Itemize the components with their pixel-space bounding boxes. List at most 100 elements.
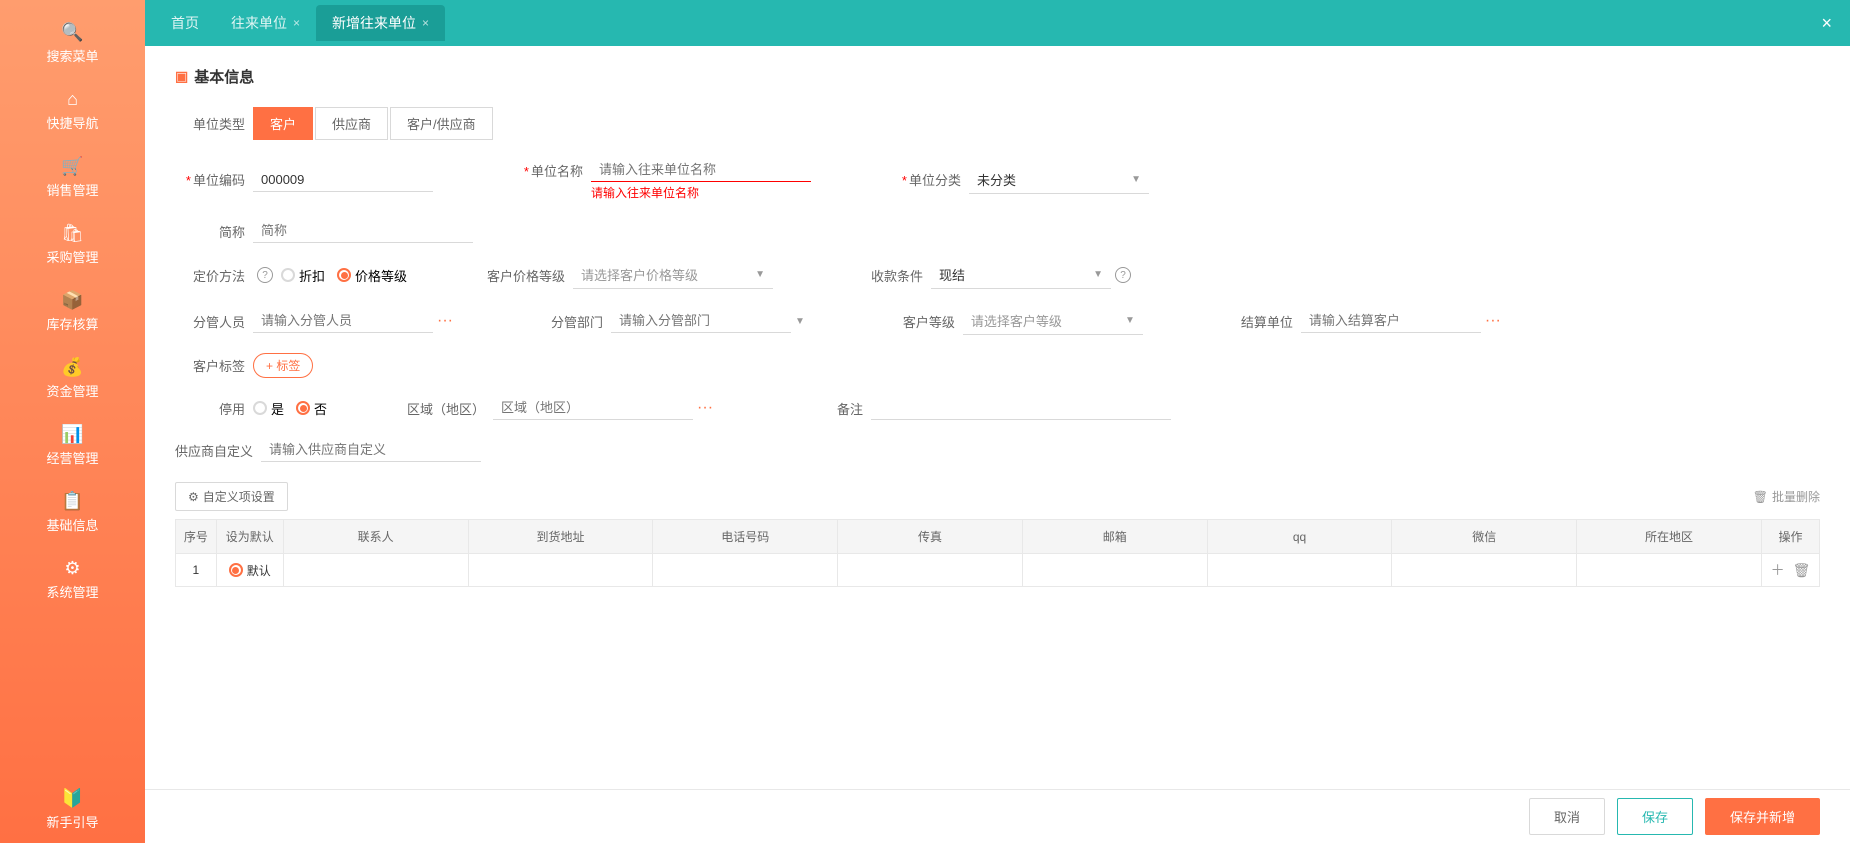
batch-delete-button[interactable]: 🗑 批量删除 — [1753, 488, 1820, 505]
cell-region[interactable] — [1577, 554, 1762, 587]
type-btn-customer[interactable]: 客户 — [253, 107, 313, 140]
sidebar-item-purchase[interactable]: 🛍 采购管理 — [0, 211, 145, 278]
delete-row-btn[interactable]: 🗑 — [1793, 562, 1811, 579]
tab-new-partner-close[interactable]: × — [422, 16, 429, 30]
gear-small-icon: ⚙ — [188, 490, 199, 504]
contact-input[interactable] — [290, 563, 462, 577]
pricing-radio-level-label: 价格等级 — [355, 266, 407, 285]
tab-home[interactable]: 首页 — [155, 5, 215, 41]
address-input[interactable] — [475, 563, 647, 577]
phone-input[interactable] — [659, 563, 831, 577]
disabled-radio-yes[interactable]: 是 — [253, 399, 284, 418]
customer-tag-row: 客户标签 + 标签 — [175, 353, 1820, 378]
disabled-radio-no[interactable]: 否 — [296, 399, 327, 418]
region-input[interactable] — [493, 396, 693, 420]
department-input[interactable] — [611, 309, 791, 333]
sidebar-item-finance[interactable]: 💰 资金管理 — [0, 345, 145, 412]
cell-contact[interactable] — [283, 554, 468, 587]
notes-group: 备注 — [793, 396, 1171, 420]
cell-address[interactable] — [468, 554, 653, 587]
tab-partner-close[interactable]: × — [293, 16, 300, 30]
pricing-radio-discount[interactable]: 折扣 — [281, 266, 325, 285]
type-btn-supplier[interactable]: 供应商 — [315, 107, 388, 140]
tab-partner[interactable]: 往来单位 × — [215, 5, 316, 41]
manager-input[interactable] — [253, 309, 433, 333]
col-email: 邮箱 — [1022, 520, 1207, 554]
sidebar-item-search-label: 搜索菜单 — [46, 46, 98, 65]
contact-table: 序号 设为默认 联系人 到货地址 电话号码 传真 邮箱 qq 微信 所在地区 操… — [175, 519, 1820, 587]
sidebar-item-guide-label: 新手引导 — [46, 812, 98, 831]
sidebar-item-quick-nav[interactable]: ⌂ 快捷导航 — [0, 77, 145, 144]
supplier-custom-input[interactable] — [261, 438, 481, 462]
tab-bar-close-all[interactable]: × — [1813, 13, 1840, 34]
unit-category-group: 单位分类 未分类 ▼ — [891, 166, 1149, 194]
add-row-btn[interactable]: ＋ — [1771, 560, 1785, 580]
contact-table-section: ⚙ 自定义项设置 🗑 批量删除 序号 设为默认 联系人 到货地址 电话号码 — [175, 482, 1820, 587]
pricing-radio-discount-circle — [281, 268, 295, 282]
unit-name-input[interactable] — [591, 158, 811, 182]
payment-terms-select[interactable]: 现结 ▼ — [931, 261, 1111, 289]
cell-phone[interactable] — [653, 554, 838, 587]
settlement-unit-more-btn[interactable]: ··· — [1485, 312, 1501, 330]
cell-email[interactable] — [1022, 554, 1207, 587]
customer-level-chevron: ▼ — [1125, 315, 1135, 326]
sidebar-item-basic-info[interactable]: 📋 基础信息 — [0, 479, 145, 546]
sidebar-item-search[interactable]: 🔍 搜索菜单 — [0, 10, 145, 77]
price-level-group: 客户价格等级 请选择客户价格等级 ▼ — [487, 261, 773, 289]
settlement-unit-input[interactable] — [1301, 309, 1481, 333]
sidebar-item-operations-label: 经营管理 — [46, 448, 98, 467]
sidebar-item-system-label: 系统管理 — [46, 582, 98, 601]
form-footer: 取消 保存 保存并新增 — [145, 789, 1850, 843]
manager-row: 分管人员 ··· 分管部门 ▼ 客户等级 请选择客户等级 ▼ 结算单位 — [175, 307, 1820, 335]
tab-new-partner-label: 新增往来单位 — [332, 13, 416, 33]
save-and-new-button[interactable]: 保存并新增 — [1705, 798, 1820, 835]
row-region-input[interactable] — [1583, 563, 1755, 577]
sidebar-item-inventory[interactable]: 📦 库存核算 — [0, 278, 145, 345]
qq-input[interactable] — [1214, 563, 1386, 577]
sidebar-item-guide[interactable]: 🔰 新手引导 — [0, 776, 145, 843]
short-name-input[interactable] — [253, 219, 473, 243]
settlement-unit-group: 结算单位 ··· — [1223, 309, 1501, 333]
cell-wechat[interactable] — [1392, 554, 1577, 587]
supplier-custom-row: 供应商自定义 — [175, 438, 1820, 462]
pricing-radio-level[interactable]: 价格等级 — [337, 266, 407, 285]
unit-category-select[interactable]: 未分类 ▼ — [969, 166, 1149, 194]
sidebar-item-inventory-label: 库存核算 — [46, 314, 98, 333]
customer-level-select[interactable]: 请选择客户等级 ▼ — [963, 307, 1143, 335]
region-label: 区域（地区） — [407, 399, 485, 418]
custom-settings-button[interactable]: ⚙ 自定义项设置 — [175, 482, 288, 511]
sidebar: 🔍 搜索菜单 ⌂ 快捷导航 🛒 销售管理 🛍 采购管理 📦 库存核算 💰 资金管… — [0, 0, 145, 843]
unit-category-chevron: ▼ — [1131, 174, 1141, 185]
cell-qq[interactable] — [1207, 554, 1392, 587]
wechat-input[interactable] — [1398, 563, 1570, 577]
email-input[interactable] — [1029, 563, 1201, 577]
short-name-label: 简称 — [175, 222, 245, 241]
type-btn-both[interactable]: 客户/供应商 — [390, 107, 493, 140]
manager-more-btn[interactable]: ··· — [437, 312, 453, 330]
notes-input[interactable] — [871, 396, 1171, 420]
cancel-button[interactable]: 取消 — [1529, 798, 1605, 835]
disabled-group: 停用 是 否 — [175, 399, 327, 418]
cell-default-checkbox: 默认 — [216, 554, 283, 587]
tab-bar: 首页 往来单位 × 新增往来单位 × × — [145, 0, 1850, 46]
pricing-help-icon[interactable]: ? — [257, 267, 273, 283]
pricing-row: 定价方法 ? 折扣 价格等级 客户价格等级 请选择客户价格等级 — [175, 261, 1820, 289]
region-more-btn[interactable]: ··· — [697, 399, 713, 417]
default-radio-item[interactable]: 默认 — [229, 562, 271, 579]
unit-code-input[interactable] — [253, 168, 433, 192]
save-button[interactable]: 保存 — [1617, 798, 1693, 835]
sidebar-item-sales[interactable]: 🛒 销售管理 — [0, 144, 145, 211]
home-icon: ⌂ — [67, 89, 78, 110]
payment-terms-help-icon[interactable]: ? — [1115, 267, 1131, 283]
add-tag-button[interactable]: + 标签 — [253, 353, 313, 378]
customer-tag-label: 客户标签 — [175, 356, 245, 375]
pricing-method-group: 定价方法 ? 折扣 价格等级 — [175, 266, 407, 285]
tab-new-partner[interactable]: 新增往来单位 × — [316, 5, 445, 41]
price-level-select[interactable]: 请选择客户价格等级 ▼ — [573, 261, 773, 289]
sidebar-item-system[interactable]: ⚙ 系统管理 — [0, 546, 145, 613]
fax-input[interactable] — [844, 563, 1016, 577]
search-icon: 🔍 — [61, 22, 83, 43]
cell-fax[interactable] — [838, 554, 1023, 587]
clipboard-icon: 📋 — [61, 491, 83, 512]
sidebar-item-operations[interactable]: 📊 经营管理 — [0, 412, 145, 479]
